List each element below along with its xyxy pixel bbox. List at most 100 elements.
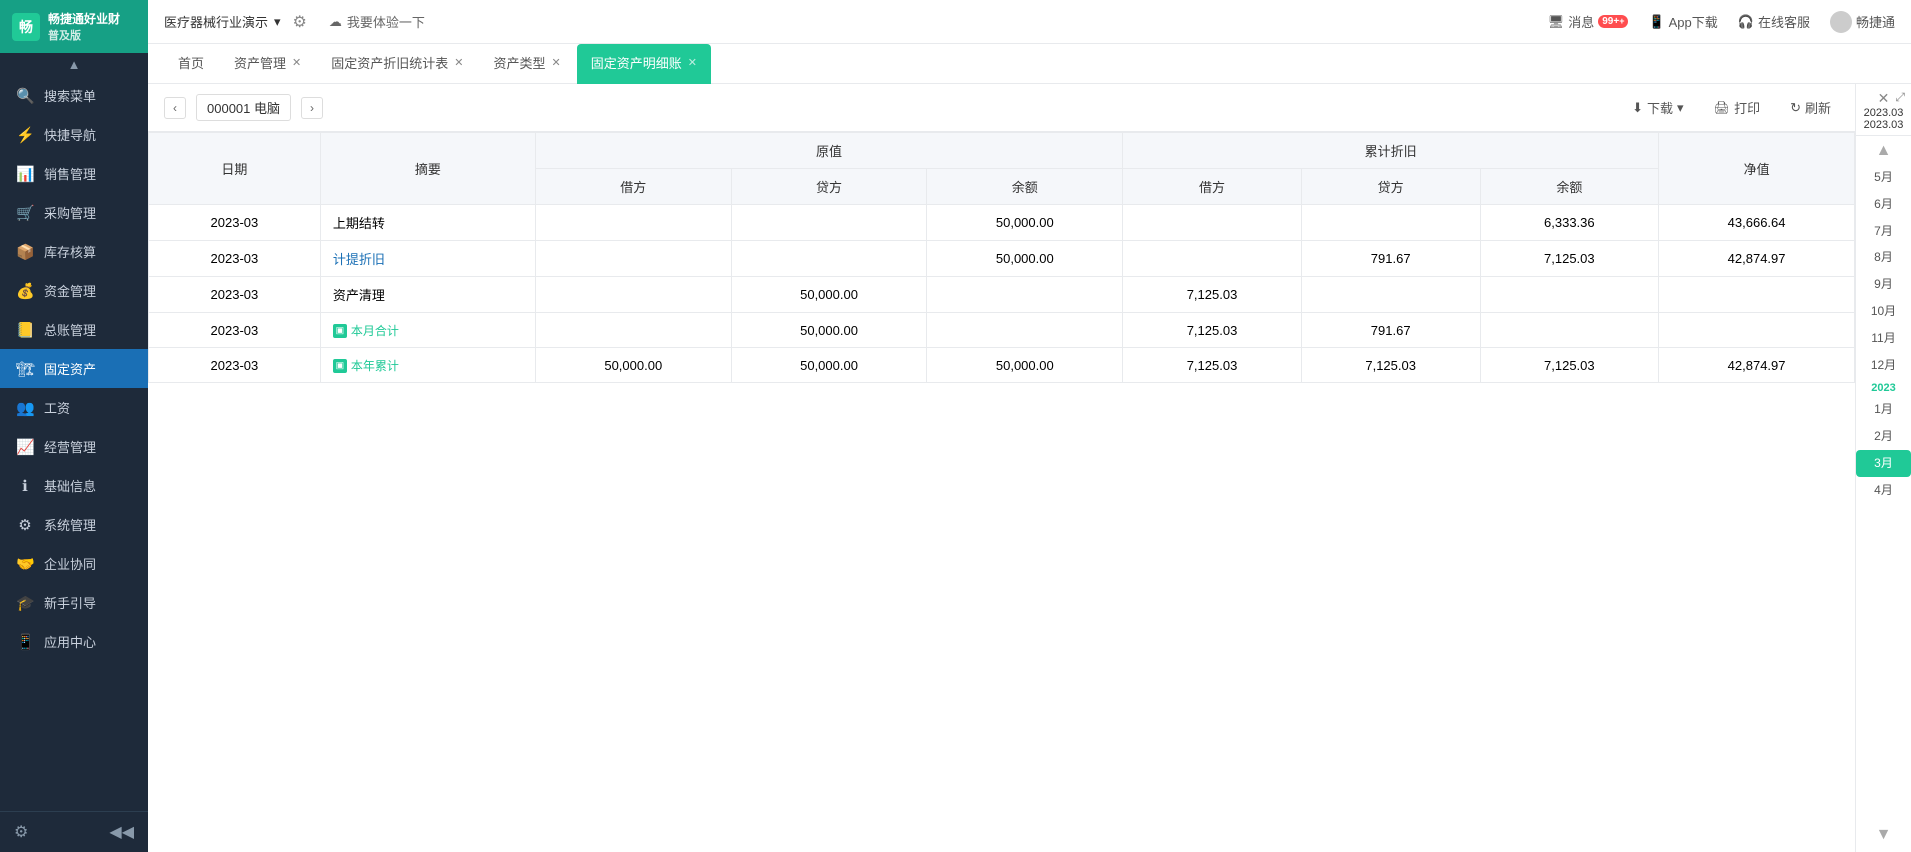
tab-asset-detail[interactable]: 固定资产明细账 ✕ [577, 44, 711, 84]
cell-acc-balance: 7,125.03 [1480, 348, 1659, 383]
sidebar-item-finance[interactable]: 💰 资金管理 [0, 271, 148, 310]
cell-net-value: 42,874.97 [1659, 241, 1855, 277]
timeline-month-1[interactable]: 1月 [1856, 396, 1911, 423]
timeline-month-4[interactable]: 4月 [1856, 477, 1911, 504]
cell-acc-credit [1301, 205, 1480, 241]
chart-icon: 📊 [16, 165, 34, 183]
sidebar-item-basic-info[interactable]: ℹ 基础信息 [0, 466, 148, 505]
app-title: 畅捷通好业财 普及版 [48, 10, 120, 43]
sidebar-item-inventory[interactable]: 📦 库存核算 [0, 232, 148, 271]
sidebar-item-payroll[interactable]: 👥 工资 [0, 388, 148, 427]
tab-asset-type[interactable]: 资产类型 ✕ [479, 44, 574, 84]
timeline-year-2023: 2023 [1871, 378, 1895, 396]
topbar-settings-icon[interactable]: ⚙ [293, 12, 307, 32]
month-total-tag: ▣ 本月合计 [333, 322, 399, 339]
tab-close-asset-detail[interactable]: ✕ [688, 56, 697, 69]
sidebar-item-operations[interactable]: 📈 经营管理 [0, 427, 148, 466]
cell-summary: 上期结转 [320, 205, 535, 241]
tab-close-depreciation[interactable]: ✕ [454, 56, 463, 69]
timeline-month-2[interactable]: 2月 [1856, 423, 1911, 450]
table-panel: ‹ 000001 电脑 › ⬇ 下载 ▾ 🖨 打印 [148, 84, 1855, 852]
avatar-icon [1830, 11, 1852, 33]
sidebar-item-guide[interactable]: 🎓 新手引导 [0, 583, 148, 622]
experience-label: 我要体验一下 [347, 12, 425, 31]
timeline-month-3[interactable]: 3月 [1856, 450, 1911, 477]
sidebar: 畅 畅捷通好业财 普及版 ▲ 🔍 搜索菜单 ⚡ 快捷导航 📊 销售管理 🛒 采购… [0, 0, 148, 852]
settings-footer-icon[interactable]: ⚙ [14, 822, 28, 842]
sidebar-item-app-center[interactable]: 📱 应用中心 [0, 622, 148, 661]
timeline-month-10[interactable]: 10月 [1856, 298, 1911, 325]
timeline-scroll-down[interactable]: ▼ [1872, 822, 1896, 848]
sidebar-item-quick-nav[interactable]: ⚡ 快捷导航 [0, 115, 148, 154]
download-btn[interactable]: ⬇ 下载 ▾ [1624, 94, 1691, 121]
print-btn[interactable]: 🖨 打印 [1706, 94, 1769, 121]
download-dropdown-icon: ▾ [1677, 100, 1684, 116]
cell-orig-debit [535, 241, 731, 277]
sidebar-item-purchase[interactable]: 🛒 采购管理 [0, 193, 148, 232]
tab-close-asset-mgmt[interactable]: ✕ [292, 56, 301, 69]
cell-orig-credit: 50,000.00 [731, 313, 927, 348]
sidebar-item-system[interactable]: ⚙ 系统管理 [0, 505, 148, 544]
cell-acc-credit: 7,125.03 [1301, 348, 1480, 383]
app-download-btn[interactable]: 📱 App下载 [1648, 12, 1717, 31]
content-area: ‹ 000001 电脑 › ⬇ 下载 ▾ 🖨 打印 [148, 84, 1911, 852]
company-name: 医疗器械行业演示 [164, 12, 268, 31]
cell-date: 2023-03 [149, 205, 321, 241]
tab-depreciation-table[interactable]: 固定资产折旧统计表 ✕ [317, 44, 477, 84]
cell-acc-balance: 6,333.36 [1480, 205, 1659, 241]
timeline-scroll-up[interactable]: ▲ [1872, 138, 1896, 164]
refresh-icon: ↻ [1790, 100, 1801, 116]
tab-close-asset-type[interactable]: ✕ [552, 56, 561, 69]
refresh-btn[interactable]: ↻ 刷新 [1782, 94, 1839, 121]
timeline-expand-btn[interactable]: ⤢ [1895, 90, 1905, 107]
company-selector[interactable]: 医疗器械行业演示 ▾ [164, 12, 281, 31]
cell-summary[interactable]: 计提折旧 [320, 241, 535, 277]
prev-asset-btn[interactable]: ‹ [164, 97, 186, 119]
dropdown-icon: ▾ [274, 14, 281, 30]
cell-orig-debit [535, 313, 731, 348]
print-icon: 🖨 [1714, 100, 1731, 116]
cell-acc-balance: 7,125.03 [1480, 241, 1659, 277]
sidebar-item-sales[interactable]: 📊 销售管理 [0, 154, 148, 193]
user-btn[interactable]: 畅捷通 [1830, 11, 1895, 33]
money-icon: 💰 [16, 282, 34, 300]
cell-acc-credit: 791.67 [1301, 313, 1480, 348]
cell-orig-balance: 50,000.00 [927, 348, 1123, 383]
cell-summary: 资产清理 [320, 277, 535, 313]
cloud-icon: ☁ [329, 14, 342, 30]
timeline-month-7[interactable]: 7月 [1856, 218, 1911, 245]
message-btn[interactable]: 🖥 消息 99++ [1548, 12, 1629, 31]
tab-asset-mgmt[interactable]: 资产管理 ✕ [220, 44, 315, 84]
lightning-icon: ⚡ [16, 126, 34, 144]
cell-orig-credit: 50,000.00 [731, 277, 927, 313]
timeline-month-9[interactable]: 9月 [1856, 271, 1911, 298]
cell-orig-credit [731, 241, 927, 277]
col-acc-balance: 余额 [1480, 169, 1659, 205]
cart-icon: 🛒 [16, 204, 34, 222]
sidebar-item-ledger[interactable]: 📒 总账管理 [0, 310, 148, 349]
col-accumulated-depreciation: 累计折旧 [1123, 133, 1659, 169]
timeline-month-12[interactable]: 12月 [1856, 352, 1911, 379]
collapse-icon[interactable]: ◀◀ [109, 822, 134, 842]
timeline-month-6[interactable]: 6月 [1856, 191, 1911, 218]
col-net-value: 净值 [1659, 133, 1855, 205]
timeline-panel: ✕ ⤢ 2023.03 2023.03 ▲ 5月 6月 7月 8月 9月 10月… [1855, 84, 1911, 852]
timeline-month-11[interactable]: 11月 [1856, 325, 1911, 352]
next-asset-btn[interactable]: › [301, 97, 323, 119]
service-btn[interactable]: 🎧 在线客服 [1738, 12, 1810, 31]
sidebar-item-collab[interactable]: 🤝 企业协同 [0, 544, 148, 583]
experience-btn[interactable]: ☁ 我要体验一下 [329, 12, 425, 31]
asset-detail-table: 日期 摘要 原值 累计折旧 净值 借方 贷方 余额 借方 贷方 余额 [148, 132, 1855, 383]
timeline-close-btn[interactable]: ✕ [1878, 90, 1896, 107]
timeline-month-8[interactable]: 8月 [1856, 244, 1911, 271]
user-label: 畅捷通 [1856, 12, 1895, 31]
sidebar-scroll-up[interactable]: ▲ [0, 53, 148, 76]
cell-date: 2023-03 [149, 241, 321, 277]
cell-summary: ▣ 本年累计 [320, 348, 535, 383]
phone-icon: 📱 [1648, 14, 1664, 30]
sidebar-item-fixed-assets[interactable]: 🏗 固定资产 [0, 349, 148, 388]
mobile-icon: 📱 [16, 633, 34, 651]
sidebar-item-search[interactable]: 🔍 搜索菜单 [0, 76, 148, 115]
tab-home[interactable]: 首页 [164, 44, 218, 84]
timeline-month-5[interactable]: 5月 [1856, 164, 1911, 191]
